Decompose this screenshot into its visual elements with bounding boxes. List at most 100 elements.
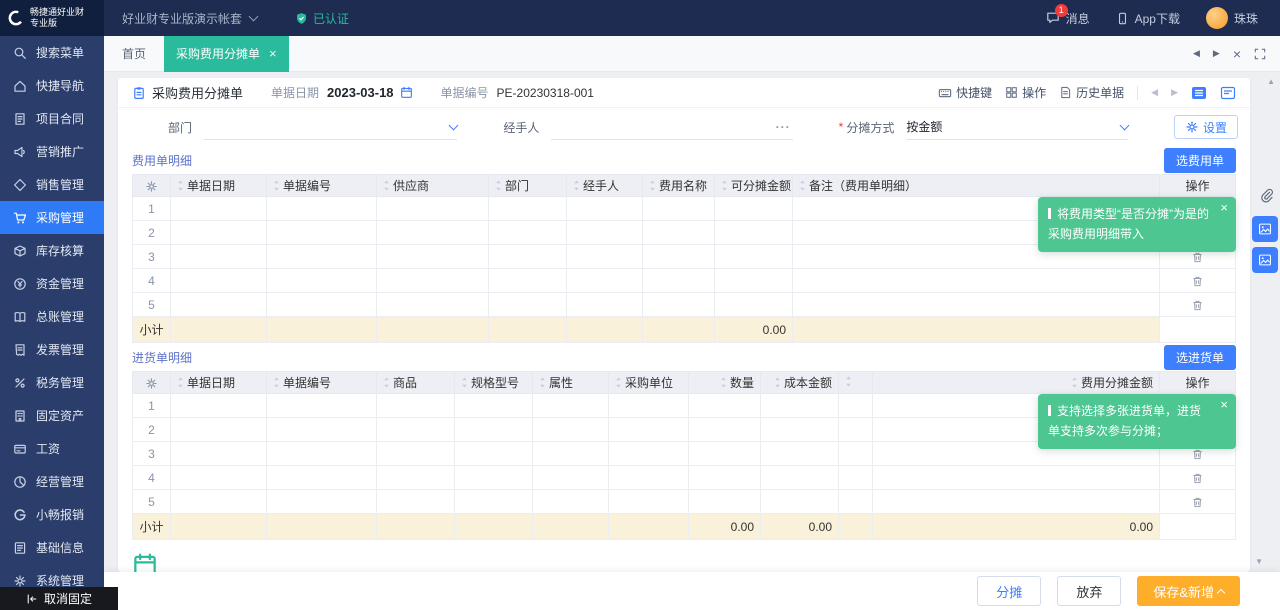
column-header-6[interactable]: 费用名称 — [642, 174, 715, 197]
settings-button[interactable]: 设置 — [1173, 115, 1238, 139]
sort-icon[interactable] — [573, 180, 580, 194]
grid-cell[interactable] — [688, 393, 761, 418]
sort-icon[interactable] — [721, 180, 728, 194]
messages-button[interactable]: 1 消息 — [1046, 3, 1090, 27]
grid-cell[interactable] — [454, 393, 533, 418]
column-header-7[interactable]: 可分摊金额 — [714, 174, 793, 197]
grid-cell[interactable] — [170, 489, 267, 514]
handler-field[interactable]: 经手人 ··· — [503, 115, 793, 140]
sort-icon[interactable] — [774, 377, 781, 391]
grid-cell[interactable] — [760, 441, 839, 466]
grid-cell[interactable] — [792, 268, 1160, 293]
grid-cell[interactable] — [714, 196, 793, 221]
grid-cell[interactable] — [760, 465, 839, 490]
grid-cell[interactable] — [532, 393, 609, 418]
list-view-icon[interactable] — [1191, 85, 1207, 101]
grid-cell[interactable] — [376, 220, 489, 245]
column-header-5[interactable]: 属性 — [532, 371, 609, 394]
sidebar-item-home[interactable]: 快捷导航 — [0, 69, 104, 102]
grid-cell[interactable] — [376, 268, 489, 293]
sidebar-item-reimburse[interactable]: 小畅报销 — [0, 498, 104, 531]
column-header-9[interactable] — [838, 371, 873, 394]
sidebar-item-contract[interactable]: 项目合同 — [0, 102, 104, 135]
grid-cell[interactable] — [760, 393, 839, 418]
grid-cell[interactable] — [170, 292, 267, 317]
grid-cell[interactable] — [266, 441, 377, 466]
sidebar-item-sales[interactable]: 销售管理 — [0, 168, 104, 201]
allocate-button[interactable]: 分摊 — [977, 576, 1042, 606]
save-and-new-button[interactable]: 保存&新增 — [1137, 576, 1240, 606]
more-options-icon[interactable]: ··· — [776, 120, 793, 134]
grid-cell[interactable] — [488, 268, 567, 293]
calendar-icon[interactable] — [400, 86, 413, 99]
select-goods-button[interactable]: 选进货单 — [1163, 344, 1236, 370]
grid-cell[interactable] — [376, 196, 489, 221]
grid-cell[interactable] — [714, 292, 793, 317]
grid-cell[interactable] — [838, 441, 873, 466]
grid-cell[interactable] — [170, 417, 267, 442]
grid-cell[interactable] — [170, 465, 267, 490]
image-tool-icon-2[interactable] — [1252, 247, 1278, 273]
sort-icon[interactable] — [615, 377, 622, 391]
grid-cell[interactable] — [642, 292, 715, 317]
grid-cell[interactable] — [170, 441, 267, 466]
scroll-down-icon[interactable]: ▼ — [1255, 557, 1263, 566]
sort-icon[interactable] — [273, 180, 280, 194]
grid-cell[interactable] — [688, 465, 761, 490]
delete-row-icon[interactable] — [1191, 448, 1204, 461]
grid-cell[interactable] — [566, 196, 643, 221]
prev-record-icon[interactable]: ◀ — [1151, 87, 1158, 98]
column-header-4[interactable]: 部门 — [488, 174, 567, 197]
next-record-icon[interactable]: ▶ — [1171, 87, 1178, 98]
delete-row-icon[interactable] — [1191, 251, 1204, 264]
grid-settings-gear-icon[interactable] — [145, 377, 158, 390]
grid-cell[interactable] — [266, 292, 377, 317]
grid-cell[interactable] — [376, 417, 455, 442]
grid-cell[interactable] — [376, 292, 489, 317]
delete-row-icon[interactable] — [1191, 496, 1204, 509]
column-header-3[interactable]: 商品 — [376, 371, 455, 394]
grid-cell[interactable] — [454, 441, 533, 466]
app-download-button[interactable]: App下载 — [1116, 10, 1180, 27]
grid-cell[interactable] — [792, 292, 1160, 317]
grid-cell[interactable] — [608, 465, 689, 490]
sort-icon[interactable] — [649, 180, 656, 194]
grid-cell[interactable] — [566, 220, 643, 245]
column-header-8[interactable]: 备注（费用单明细） — [792, 174, 1160, 197]
image-tool-icon[interactable] — [1252, 216, 1278, 242]
sort-icon[interactable] — [845, 376, 852, 390]
sidebar-item-box[interactable]: 库存核算 — [0, 234, 104, 267]
grid-cell[interactable] — [376, 489, 455, 514]
grid-cell[interactable] — [532, 417, 609, 442]
department-field[interactable]: 部门 — [168, 115, 459, 140]
grid-cell[interactable] — [838, 465, 873, 490]
grid-cell[interactable] — [608, 489, 689, 514]
grid-cell[interactable] — [566, 292, 643, 317]
grid-cell[interactable] — [170, 244, 267, 269]
grid-cell[interactable] — [376, 441, 455, 466]
grid-cell[interactable] — [872, 465, 1160, 490]
grid-cell[interactable] — [608, 417, 689, 442]
tab-scroll-left-icon[interactable]: ◀ — [1193, 48, 1200, 59]
history-button[interactable]: 历史单据 — [1059, 84, 1124, 101]
tab-scroll-right-icon[interactable]: ▶ — [1213, 48, 1220, 59]
sidebar-item-cart[interactable]: 采购管理 — [0, 201, 104, 234]
delete-row-icon[interactable] — [1191, 472, 1204, 485]
sort-icon[interactable] — [383, 377, 390, 391]
detail-view-icon[interactable] — [1220, 85, 1236, 101]
sort-icon[interactable] — [495, 180, 502, 194]
grid-cell[interactable] — [838, 417, 873, 442]
delete-row-icon[interactable] — [1191, 299, 1204, 312]
tooltip-close-icon[interactable]: × — [1220, 398, 1228, 411]
sort-icon[interactable] — [461, 377, 468, 391]
grid-cell[interactable] — [266, 393, 377, 418]
grid-cell[interactable] — [642, 268, 715, 293]
attachment-icon[interactable] — [1259, 188, 1274, 203]
grid-settings-gear-icon[interactable] — [145, 180, 158, 193]
grid-cell[interactable] — [488, 196, 567, 221]
grid-cell[interactable] — [566, 268, 643, 293]
grid-cell[interactable] — [376, 465, 455, 490]
grid-cell[interactable] — [266, 220, 377, 245]
grid-cell[interactable] — [838, 489, 873, 514]
grid-cell[interactable] — [266, 417, 377, 442]
